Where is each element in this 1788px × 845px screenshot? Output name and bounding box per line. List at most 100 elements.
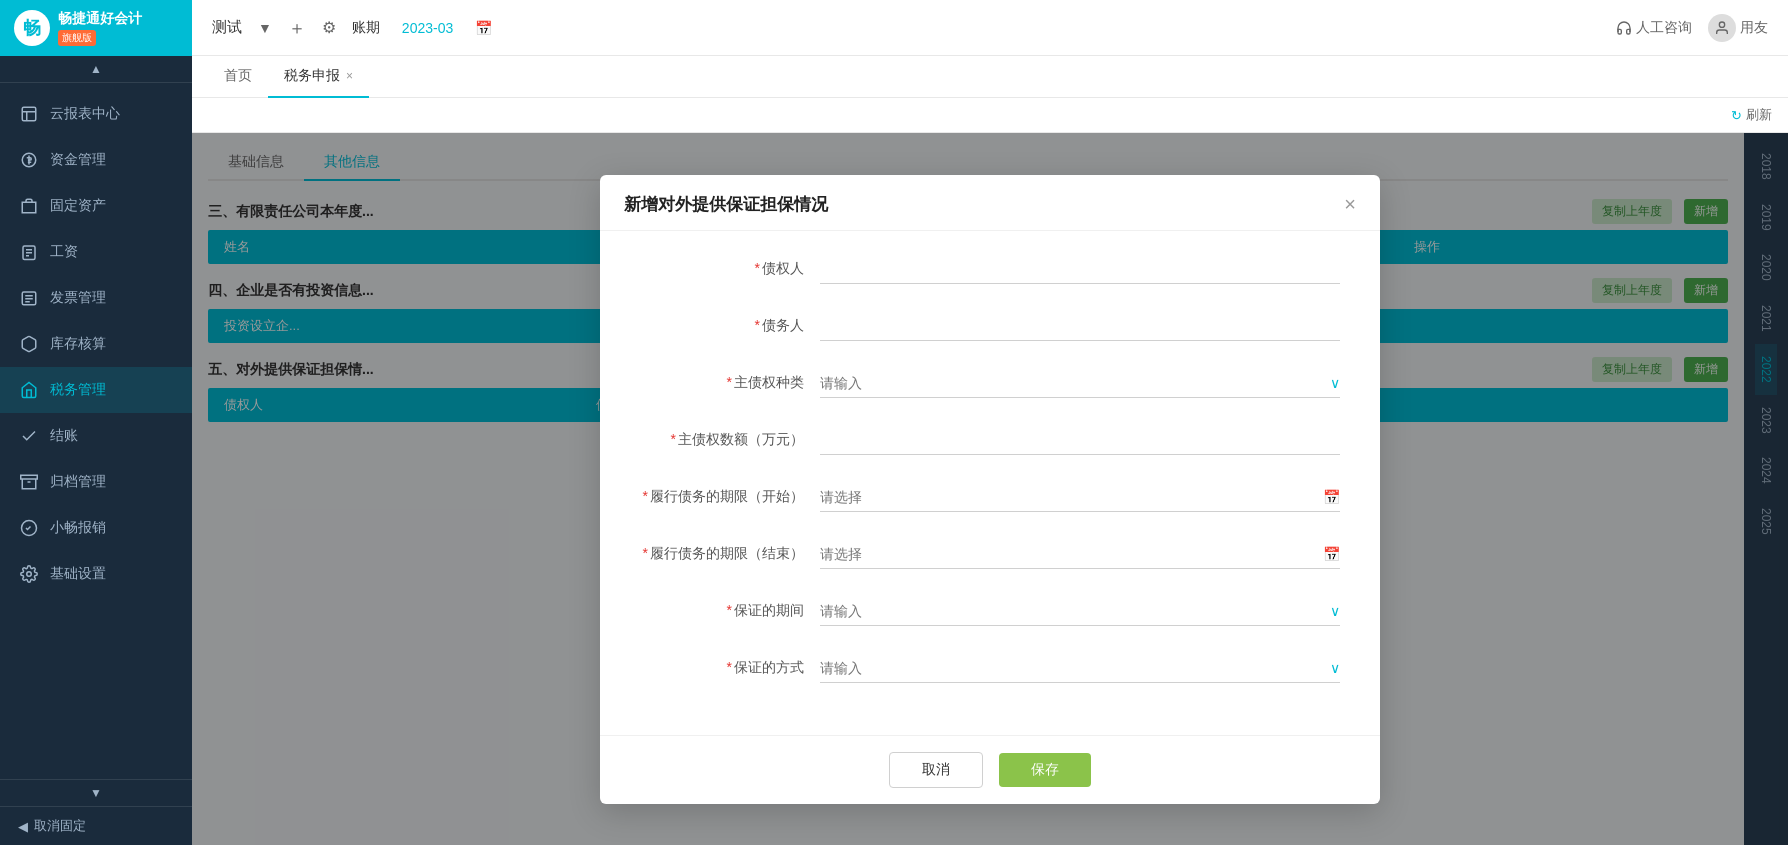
form-date-lvxing-start[interactable]: 📅 [820,483,1340,512]
sidebar-item-label-gudingzichan: 固定资产 [50,197,106,215]
chart-icon [18,103,40,125]
clipboard-icon [18,241,40,263]
sidebar-item-yunbaobiao[interactable]: 云报表中心 [0,91,192,137]
sidebar-bottom-btn[interactable]: ◀ 取消固定 [0,806,192,845]
topbar-service-label: 人工咨询 [1636,19,1692,37]
form-label-baozheng-period: *保证的期间 [640,602,820,620]
save-button[interactable]: 保存 [999,753,1091,787]
svg-rect-0 [22,107,36,121]
topbar-settings-icon[interactable]: ⚙ [322,18,336,37]
modal-dialog: 新增对外提供保证担保情况 × *债权人 [600,175,1380,804]
topbar-period-label: 账期 [352,19,380,37]
form-label-lvxing-start: *履行债务的期限（开始） [640,488,820,506]
sidebar-item-gongzi[interactable]: 工资 [0,229,192,275]
svg-point-16 [1719,22,1724,27]
sidebar-item-kucun[interactable]: 库存核算 [0,321,192,367]
modal-close-btn[interactable]: × [1344,194,1356,214]
sidebar-item-label-jichushezhi: 基础设置 [50,565,106,583]
sidebar-logo: 畅 畅捷通好会计 旗舰版 [0,0,192,56]
required-star: * [755,260,760,276]
cancel-button[interactable]: 取消 [889,752,983,788]
form-input-zhaiwuren[interactable] [820,312,1340,341]
sidebar-item-label-gongzi: 工资 [50,243,78,261]
form-label-baozheng-way: *保证的方式 [640,659,820,677]
box-icon [18,333,40,355]
modal-body: *债权人 *债务人 [600,231,1380,735]
expense-icon [18,517,40,539]
form-row-baozheng-period: *保证的期间 ∨ [640,597,1340,626]
calendar-icon-end[interactable]: 📅 [1323,546,1340,562]
sidebar-item-shuiwu[interactable]: 税务管理 [0,367,192,413]
form-input-zhaiquanren[interactable] [820,255,1340,284]
logo-text-wrap: 畅捷通好会计 旗舰版 [58,10,142,46]
form-row-zhaiwuren: *债务人 [640,312,1340,341]
sidebar-item-jiezhang[interactable]: 结账 [0,413,192,459]
form-date-input-lvxing-end[interactable] [820,546,1323,562]
tax-icon [18,379,40,401]
sidebar-item-label-xiaochang: 小畅报销 [50,519,106,537]
page-toolbar: ↻ 刷新 [192,98,1788,133]
modal-backdrop: 新增对外提供保证担保情况 × *债权人 [192,133,1788,845]
topbar-service-btn[interactable]: 人工咨询 [1616,19,1692,37]
form-select-zhuzhaiquanzhonglei[interactable]: ∨ [820,369,1340,398]
refresh-label: 刷新 [1746,106,1772,124]
svg-point-15 [27,572,32,577]
tab-shuiwu-close[interactable]: × [346,69,353,83]
topbar-add-btn[interactable]: ＋ [288,16,306,40]
form-select-baozheng-period[interactable]: ∨ [820,597,1340,626]
form-label-zhuzhaiquanzhonglei: *主债权种类 [640,374,820,392]
form-select-input-baozheng-way[interactable] [820,660,1330,676]
form-select-baozheng-way[interactable]: ∨ [820,654,1340,683]
logo-icon: 畅 [14,10,50,46]
tab-home[interactable]: 首页 [208,56,268,98]
required-star-8: * [727,659,732,675]
topbar-company: 测试 [212,18,242,37]
form-row-zhuzhaiquanzhonglei: *主债权种类 ∨ [640,369,1340,398]
tab-shuiwu-label: 税务申报 [284,67,340,85]
form-select-input-baozheng-period[interactable] [820,603,1330,619]
topbar-user-label: 用友 [1740,19,1768,37]
sidebar-item-gudingzichan[interactable]: 固定资产 [0,183,192,229]
tab-shuiwu[interactable]: 税务申报 × [268,56,369,98]
sidebar-item-jichushezhi[interactable]: 基础设置 [0,551,192,597]
topbar-dropdown-arrow[interactable]: ▼ [258,20,272,36]
required-star-7: * [727,602,732,618]
refresh-btn[interactable]: ↻ 刷新 [1731,106,1772,124]
invoice-icon [18,287,40,309]
content-area: 基础信息 其他信息 三、有限责任公司本年度... 复制上年度 新增 [192,133,1788,845]
sidebar-scroll-up[interactable]: ▲ [0,56,192,83]
form-select-input-zhuzhaiquanzhonglei[interactable] [820,375,1330,391]
sidebar-item-guidang[interactable]: 归档管理 [0,459,192,505]
logo-main-text: 畅捷通好会计 [58,10,142,28]
calendar-icon-start[interactable]: 📅 [1323,489,1340,505]
sidebar-nav: 云报表中心 资金管理 固定资产 工资 [0,83,192,779]
required-star-4: * [671,431,676,447]
modal-footer: 取消 保存 [600,735,1380,804]
form-date-lvxing-end[interactable]: 📅 [820,540,1340,569]
required-star-6: * [643,545,648,561]
sidebar-item-label-zijin: 资金管理 [50,151,106,169]
form-date-input-lvxing-start[interactable] [820,489,1323,505]
app-container: 畅 畅捷通好会计 旗舰版 ▲ 云报表中心 资金管理 [0,0,1788,845]
topbar-calendar-icon[interactable]: 📅 [475,20,492,36]
sidebar-scroll-down[interactable]: ▼ [0,779,192,806]
topbar-user-btn[interactable]: 用友 [1708,14,1768,42]
sidebar-item-label-fapiao: 发票管理 [50,289,106,307]
sidebar-item-xiaochang[interactable]: 小畅报销 [0,505,192,551]
sidebar-item-label-guidang: 归档管理 [50,473,106,491]
chevron-down-icon-zhuzhaiquan[interactable]: ∨ [1330,375,1340,391]
form-row-zhuzhaiquane: *主债权数额（万元） [640,426,1340,455]
modal-title: 新增对外提供保证担保情况 [624,193,1344,216]
form-input-zhuzhaiquane[interactable] [820,426,1340,455]
money-icon [18,149,40,171]
chevron-down-icon-baozhengperiod[interactable]: ∨ [1330,603,1340,619]
check-icon [18,425,40,447]
gear-icon [18,563,40,585]
sidebar-item-zijin[interactable]: 资金管理 [0,137,192,183]
form-row-lvxing-end: *履行债务的期限（结束） 📅 [640,540,1340,569]
tab-bar: 首页 税务申报 × [192,56,1788,98]
chevron-down-icon-baozhengway[interactable]: ∨ [1330,660,1340,676]
form-label-lvxing-end: *履行债务的期限（结束） [640,545,820,563]
sidebar-item-fapiao[interactable]: 发票管理 [0,275,192,321]
required-star-3: * [727,374,732,390]
